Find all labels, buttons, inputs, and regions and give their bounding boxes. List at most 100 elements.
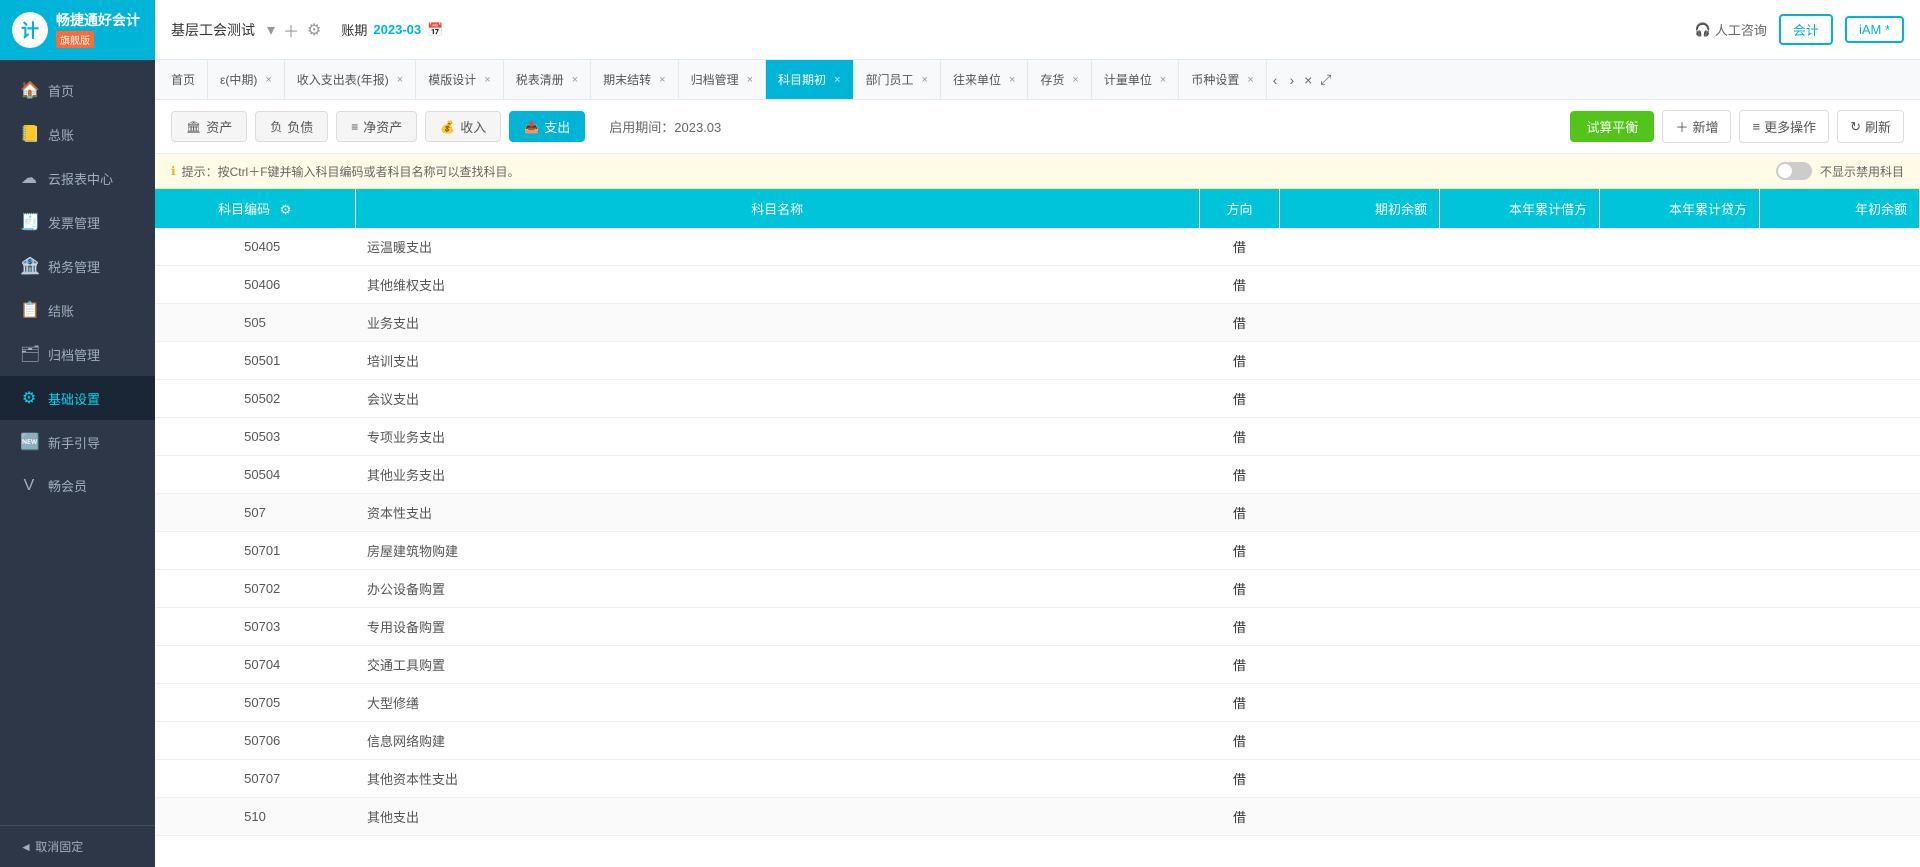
sidebar-item-invoice[interactable]: 🧾 发票管理 xyxy=(0,200,155,244)
cell-annual-balance[interactable] xyxy=(1760,266,1920,304)
sub-tab-liability[interactable]: 负 负债 xyxy=(255,111,328,142)
table-row[interactable]: 505 业务支出 借 xyxy=(155,304,1920,342)
sidebar-collapse[interactable]: ◄ 取消固定 xyxy=(0,825,155,867)
tab-template-close[interactable]: × xyxy=(484,74,490,86)
cell-opening-balance[interactable] xyxy=(1280,494,1440,532)
col-settings-icon[interactable]: ⚙ xyxy=(280,202,292,217)
tab-archive[interactable]: 归档管理 × xyxy=(679,60,766,100)
tab-interim-close[interactable]: × xyxy=(265,74,271,86)
cell-opening-balance[interactable] xyxy=(1280,342,1440,380)
account-button[interactable]: 会计 xyxy=(1779,14,1833,45)
cell-opening-balance[interactable] xyxy=(1280,304,1440,342)
sub-tab-income[interactable]: 💰 收入 xyxy=(425,111,501,142)
tab-home[interactable]: 首页 xyxy=(159,60,208,100)
cell-opening-balance[interactable] xyxy=(1280,570,1440,608)
cell-annual-credit[interactable] xyxy=(1600,380,1760,418)
sidebar-item-member[interactable]: V 畅会员 xyxy=(0,464,155,507)
sub-tab-asset[interactable]: 🏛 资产 xyxy=(171,111,247,142)
cell-annual-debit[interactable] xyxy=(1440,266,1600,304)
cell-annual-debit[interactable] xyxy=(1440,304,1600,342)
table-row[interactable]: 507 资本性支出 借 xyxy=(155,494,1920,532)
tab-template[interactable]: 模版设计 × xyxy=(416,60,503,100)
cell-annual-debit[interactable] xyxy=(1440,570,1600,608)
cell-opening-balance[interactable] xyxy=(1280,228,1440,266)
cell-opening-balance[interactable] xyxy=(1280,380,1440,418)
table-row[interactable]: 50707 其他资本性支出 借 xyxy=(155,760,1920,798)
cell-opening-balance[interactable] xyxy=(1280,456,1440,494)
cell-annual-debit[interactable] xyxy=(1440,456,1600,494)
cell-annual-balance[interactable] xyxy=(1760,418,1920,456)
sidebar-item-ledger[interactable]: 📒 总账 xyxy=(0,112,155,156)
refresh-btn[interactable]: ↻ 刷新 xyxy=(1837,110,1904,143)
tab-counterpart[interactable]: 往来单位 × xyxy=(941,60,1028,100)
cell-annual-debit[interactable] xyxy=(1440,684,1600,722)
tab-archive-close[interactable]: × xyxy=(747,74,753,86)
table-row[interactable]: 50504 其他业务支出 借 xyxy=(155,456,1920,494)
table-row[interactable]: 50501 培训支出 借 xyxy=(155,342,1920,380)
table-row[interactable]: 50704 交通工具购置 借 xyxy=(155,646,1920,684)
customer-service-btn[interactable]: 🎧 人工咨询 xyxy=(1695,20,1767,39)
tab-unit-close[interactable]: × xyxy=(1160,74,1166,86)
cell-annual-balance[interactable] xyxy=(1760,646,1920,684)
tab-annual-close[interactable]: × xyxy=(397,74,403,86)
cell-annual-credit[interactable] xyxy=(1600,532,1760,570)
cell-annual-balance[interactable] xyxy=(1760,228,1920,266)
tab-currency[interactable]: 币种设置 × xyxy=(1179,60,1266,100)
cell-annual-debit[interactable] xyxy=(1440,798,1600,836)
tab-dept[interactable]: 部门员工 × xyxy=(854,60,941,100)
cell-annual-credit[interactable] xyxy=(1600,418,1760,456)
calendar-icon[interactable]: 📅 xyxy=(427,22,443,38)
tab-subject-close[interactable]: × xyxy=(834,74,840,86)
sidebar-item-reports[interactable]: ☁ 云报表中心 xyxy=(0,156,155,200)
sidebar-item-settle[interactable]: 📋 结账 xyxy=(0,288,155,332)
tab-period-end[interactable]: 期末结转 × xyxy=(591,60,678,100)
cell-opening-balance[interactable] xyxy=(1280,418,1440,456)
cell-opening-balance[interactable] xyxy=(1280,532,1440,570)
cell-annual-balance[interactable] xyxy=(1760,722,1920,760)
cell-annual-debit[interactable] xyxy=(1440,760,1600,798)
table-row[interactable]: 50405 运温暖支出 借 xyxy=(155,228,1920,266)
cell-annual-debit[interactable] xyxy=(1440,380,1600,418)
cell-opening-balance[interactable] xyxy=(1280,266,1440,304)
table-row[interactable]: 50705 大型修缮 借 xyxy=(155,684,1920,722)
table-row[interactable]: 50502 会议支出 借 xyxy=(155,380,1920,418)
table-row[interactable]: 510 其他支出 借 xyxy=(155,798,1920,836)
cell-annual-debit[interactable] xyxy=(1440,228,1600,266)
cell-opening-balance[interactable] xyxy=(1280,646,1440,684)
tab-expand-btn[interactable]: ⤢ xyxy=(1316,71,1335,88)
sub-tab-expenditure[interactable]: 📤 支出 xyxy=(509,111,585,142)
tab-interim[interactable]: ε(中期) × xyxy=(208,60,285,100)
cell-annual-debit[interactable] xyxy=(1440,342,1600,380)
cell-annual-debit[interactable] xyxy=(1440,494,1600,532)
cell-annual-credit[interactable] xyxy=(1600,798,1760,836)
cell-annual-balance[interactable] xyxy=(1760,532,1920,570)
balance-btn[interactable]: 试算平衡 xyxy=(1570,111,1654,142)
cell-annual-balance[interactable] xyxy=(1760,760,1920,798)
table-row[interactable]: 50702 办公设备购置 借 xyxy=(155,570,1920,608)
sub-tab-net-asset[interactable]: ≡ 净资产 xyxy=(336,111,417,142)
cell-annual-debit[interactable] xyxy=(1440,608,1600,646)
cell-annual-debit[interactable] xyxy=(1440,532,1600,570)
cell-opening-balance[interactable] xyxy=(1280,798,1440,836)
sidebar-item-guide[interactable]: 🆕 新手引导 xyxy=(0,420,155,464)
tab-tax-close[interactable]: × xyxy=(572,74,578,86)
cell-annual-credit[interactable] xyxy=(1600,304,1760,342)
cell-annual-credit[interactable] xyxy=(1600,266,1760,304)
cell-annual-debit[interactable] xyxy=(1440,722,1600,760)
cell-annual-credit[interactable] xyxy=(1600,722,1760,760)
tab-prev-btn[interactable]: ‹ xyxy=(1267,72,1284,88)
cell-annual-debit[interactable] xyxy=(1440,418,1600,456)
cell-annual-credit[interactable] xyxy=(1600,570,1760,608)
sidebar-item-tax[interactable]: 🏦 税务管理 xyxy=(0,244,155,288)
cell-annual-debit[interactable] xyxy=(1440,646,1600,684)
iiam-button[interactable]: iAM * xyxy=(1845,16,1904,43)
tab-tax-table[interactable]: 税表清册 × xyxy=(504,60,591,100)
table-row[interactable]: 50503 专项业务支出 借 xyxy=(155,418,1920,456)
cell-annual-credit[interactable] xyxy=(1600,456,1760,494)
cell-annual-balance[interactable] xyxy=(1760,684,1920,722)
add-workspace-icon[interactable]: ＋ xyxy=(283,18,299,42)
cell-annual-credit[interactable] xyxy=(1600,494,1760,532)
cell-annual-balance[interactable] xyxy=(1760,456,1920,494)
tab-counterpart-close[interactable]: × xyxy=(1009,74,1015,86)
tab-unit[interactable]: 计量单位 × xyxy=(1092,60,1179,100)
